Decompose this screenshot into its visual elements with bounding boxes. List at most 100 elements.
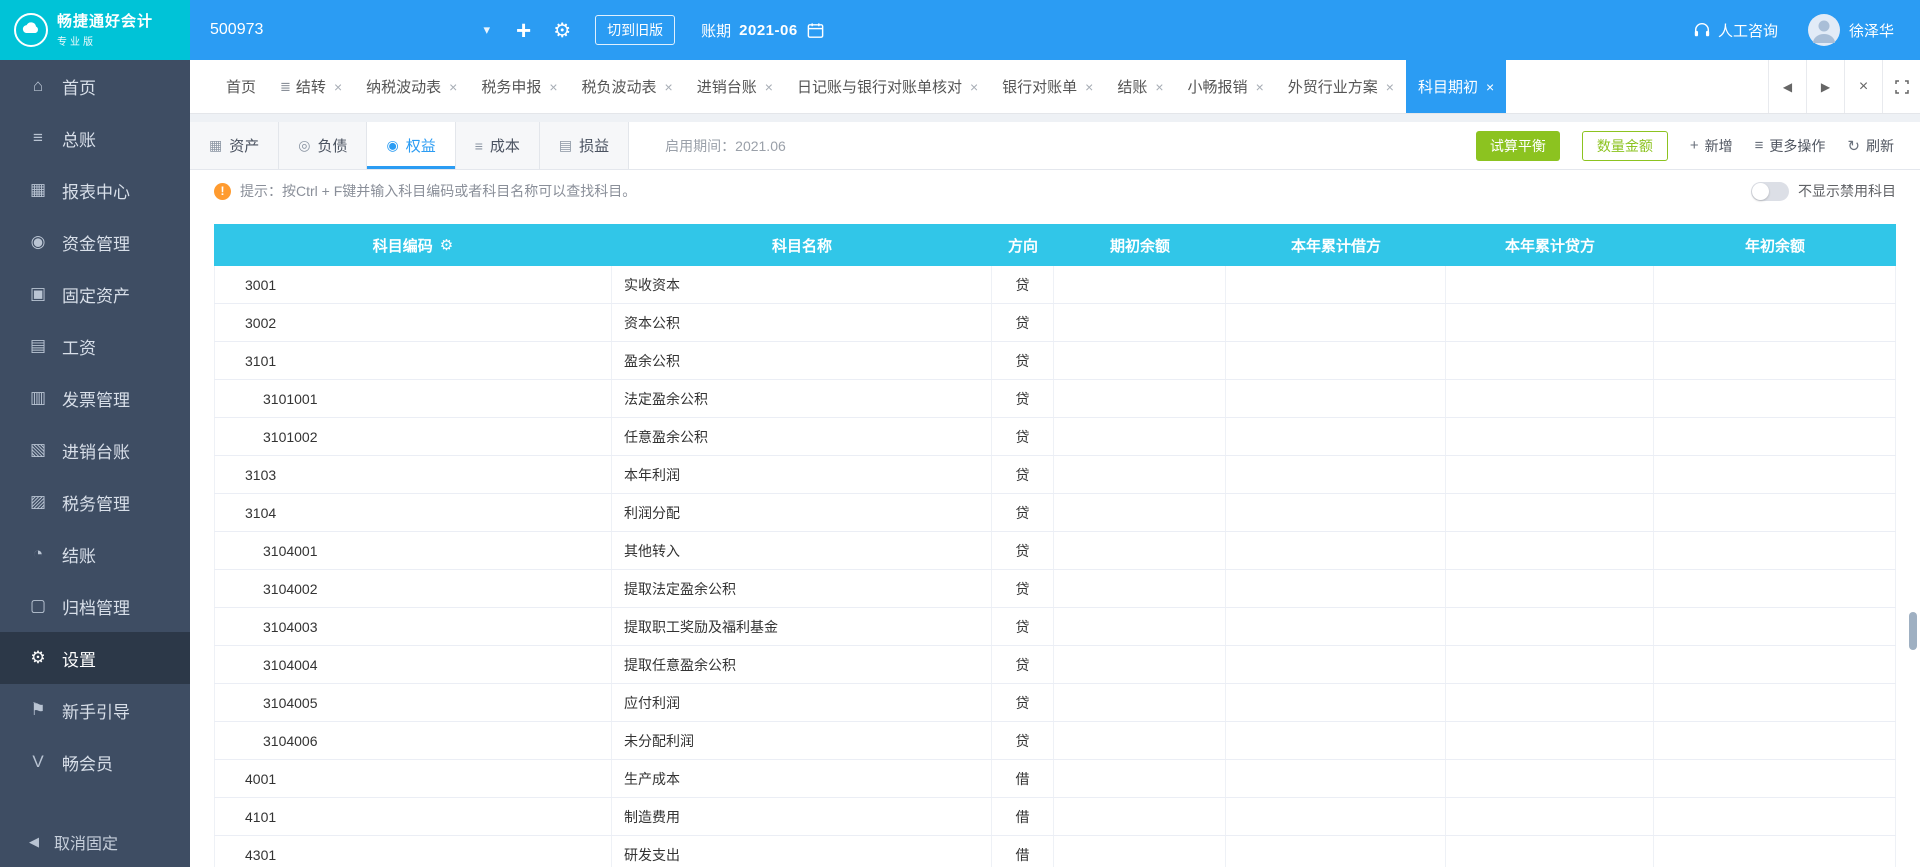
logo-title: 畅捷通好会计 [57,12,154,30]
tip-row: ! 提示：按Ctrl + F键并输入科目编码或者科目名称可以查找科目。 不显示禁… [190,170,1920,212]
sidebar-item-3[interactable]: ◉ 资金管理 [0,216,190,268]
table-row-13[interactable]: 4001 生产成本借 [214,760,1896,798]
tab-item-5[interactable]: 进销台账 × [685,60,785,113]
sidebar-item-1[interactable]: ≡ 总账 [0,112,190,164]
tab-label: 小畅报销 [1187,79,1248,96]
quantity-amount-button[interactable]: 数量金额 [1581,130,1668,161]
sidebar-item-2[interactable]: ▦ 报表中心 [0,164,190,216]
cell-opening-balance [1054,342,1226,379]
tab-item-7[interactable]: 银行对账单 × [990,60,1105,113]
table-row-2[interactable]: 3101 盈余公积贷 [214,342,1896,380]
cell-code: 3104004 [214,646,612,683]
close-icon[interactable]: × [970,80,978,94]
sidebar-item-5[interactable]: ▤ 工资 [0,320,190,372]
tab-nav-left-button[interactable]: ◀ [1768,60,1806,113]
sidebar-item-8[interactable]: ▨ 税务管理 [0,476,190,528]
tab-item-8[interactable]: 结账 × [1105,60,1175,113]
cell-name: 资本公积 [612,304,992,341]
manual-consult-button[interactable]: 人工咨询 [1693,20,1778,41]
sidebar-item-label: 归档管理 [62,598,130,618]
cell-code: 4101 [214,798,612,835]
close-icon[interactable]: × [1386,80,1394,94]
table-row-11[interactable]: 3104005 应付利润贷 [214,684,1896,722]
column-header-label: 年初余额 [1744,237,1805,255]
fullscreen-button[interactable] [1882,60,1920,113]
close-icon[interactable]: × [549,80,557,94]
unpin-button[interactable]: ◀ 取消固定 [0,817,190,867]
table-row-8[interactable]: 3104002 提取法定盈余公积贷 [214,570,1896,608]
tab-item-4[interactable]: 税负波动表 × [570,60,685,113]
more-operations-button[interactable]: ≡ 更多操作 [1755,136,1826,156]
tab-item-6[interactable]: 日记账与银行对账单核对 × [785,60,990,113]
close-icon[interactable]: × [665,80,673,94]
table-row-12[interactable]: 3104006 未分配利润贷 [214,722,1896,760]
table-row-1[interactable]: 3002 资本公积贷 [214,304,1896,342]
close-icon[interactable]: × [1155,80,1163,94]
cell-ytd-debit [1226,304,1446,341]
table-row-10[interactable]: 3104004 提取任意盈余公积贷 [214,646,1896,684]
sidebar-item-6[interactable]: ▥ 发票管理 [0,372,190,424]
subtab-1[interactable]: ◎ 负债 [279,122,368,169]
table-row-15[interactable]: 4301 研发支出借 [214,836,1896,867]
table-row-3[interactable]: 3101001 法定盈余公积贷 [214,380,1896,418]
tab-item-2[interactable]: 纳税波动表 × [354,60,469,113]
add-button[interactable]: + [516,17,531,43]
table-row-14[interactable]: 4101 制造费用借 [214,798,1896,836]
switch-old-version-button[interactable]: 切到旧版 [595,15,676,45]
accounting-period[interactable]: 账期 2021-06 [701,20,825,41]
cell-code: 3104003 [214,608,612,645]
company-selector[interactable]: 500973 ▾ [210,21,490,39]
sidebar-item-11[interactable]: ⚙ 设置 [0,632,190,684]
table-row-4[interactable]: 3101002 任意盈余公积贷 [214,418,1896,456]
tab-label: 税负波动表 [581,79,657,96]
scrollbar-thumb[interactable] [1909,612,1917,650]
period-label: 账期 [701,22,732,40]
sidebar-item-7[interactable]: ▧ 进销台账 [0,424,190,476]
close-icon[interactable]: × [334,80,342,94]
sidebar-item-0[interactable]: ⌂ 首页 [0,60,190,112]
tab-item-0[interactable]: 首页 [214,60,268,113]
close-icon[interactable]: × [1085,80,1093,94]
sidebar-item-10[interactable]: ▢ 归档管理 [0,580,190,632]
table-row-9[interactable]: 3104003 提取职工奖励及福利基金贷 [214,608,1896,646]
subtab-0[interactable]: ▦ 资产 [190,122,280,169]
cell-code: 3101002 [214,418,612,455]
calendar-icon[interactable] [806,21,825,40]
table-row-6[interactable]: 3104 利润分配贷 [214,494,1896,532]
column-settings-gear-icon[interactable]: ⚙ [440,236,453,254]
cell-ytd-credit [1446,532,1654,569]
trial-balance-button[interactable]: 试算平衡 [1475,130,1560,161]
column-header-6: 年初余额 [1654,224,1896,266]
sidebar-item-4[interactable]: ▣ 固定资产 [0,268,190,320]
sidebar-item-12[interactable]: ⚑ 新手引导 [0,684,190,736]
tab-item-9[interactable]: 小畅报销 × [1176,60,1276,113]
tab-label: 日记账与银行对账单核对 [796,79,962,96]
refresh-button[interactable]: ↻ 刷新 [1847,136,1894,156]
subtab-3[interactable]: ≡ 成本 [455,122,540,169]
toolbar-actions: 试算平衡 数量金额 + 新增 ≡ 更多操作 ↻ 刷新 [1475,122,1920,169]
cell-ytd-debit [1226,494,1446,531]
hide-disabled-toggle[interactable] [1751,181,1789,201]
table-row-0[interactable]: 3001 实收资本贷 [214,266,1896,304]
add-account-button[interactable]: + 新增 [1690,136,1733,156]
user-menu[interactable]: 徐泽华 [1807,14,1894,46]
sidebar-item-13[interactable]: V 畅会员 [0,736,190,788]
subtab-4[interactable]: ▤ 损益 [539,122,630,169]
close-icon[interactable]: × [1256,80,1264,94]
tab-item-3[interactable]: 税务申报 × [469,60,569,113]
close-icon[interactable]: × [1486,80,1494,94]
table-row-7[interactable]: 3104001 其他转入贷 [214,532,1896,570]
close-icon[interactable]: × [449,80,457,94]
tab-item-10[interactable]: 外贸行业方案 × [1276,60,1406,113]
subtab-2[interactable]: ◉ 权益 [367,122,456,169]
sidebar-item-9[interactable]: ◔ 结账 [0,528,190,580]
logo-icon [14,13,48,47]
tab-nav-right-button[interactable]: ▶ [1806,60,1844,113]
table-row-5[interactable]: 3103 本年利润贷 [214,456,1896,494]
close-tabs-button[interactable]: × [1844,60,1882,113]
gear-icon[interactable]: ⚙ [553,18,571,43]
tab-item-11[interactable]: 科目期初 × [1405,60,1507,113]
close-icon[interactable]: × [765,80,773,94]
cell-ytd-credit [1446,342,1654,379]
tab-item-1[interactable]: ≣ 结转 × [268,60,354,113]
